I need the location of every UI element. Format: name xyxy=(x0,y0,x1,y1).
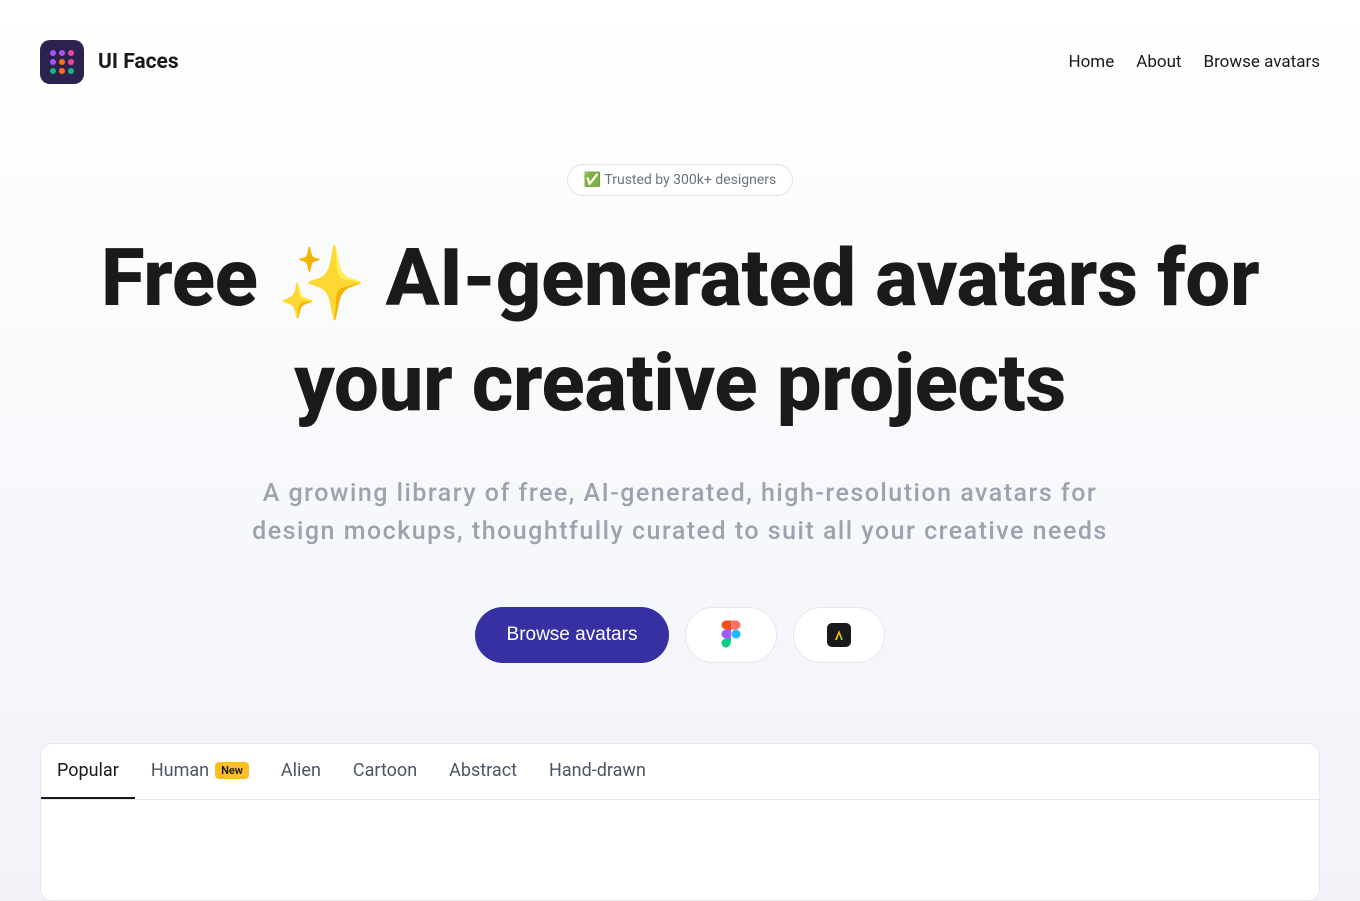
hero-title-part2: AI-generated avatars for your creative p… xyxy=(294,231,1259,430)
figma-icon xyxy=(721,620,741,651)
tab-popular[interactable]: Popular xyxy=(41,744,135,799)
figma-plugin-button[interactable] xyxy=(685,607,777,663)
nav-home[interactable]: Home xyxy=(1068,52,1114,72)
logo-text: UI Faces xyxy=(98,50,179,74)
avatar-tabs-container: Popular Human New Alien Cartoon Abstract… xyxy=(40,743,1320,901)
hero-subtitle: A growing library of free, AI-generated,… xyxy=(230,475,1130,553)
hero-title-part1: Free xyxy=(101,231,277,325)
tab-alien[interactable]: Alien xyxy=(265,744,337,799)
nav-browse-avatars[interactable]: Browse avatars xyxy=(1204,52,1321,72)
trust-badge: ✅ Trusted by 300k+ designers xyxy=(567,164,793,196)
tab-hand-drawn[interactable]: Hand-drawn xyxy=(533,744,662,799)
hero-title: Free ✨ AI-generated avatars for your cre… xyxy=(40,226,1320,435)
cta-row: Browse avatars xyxy=(40,607,1320,663)
logo-dot xyxy=(59,50,65,56)
logo-dot xyxy=(50,50,56,56)
main-nav: Home About Browse avatars xyxy=(1068,52,1320,72)
sparkle-icon: ✨ xyxy=(277,241,366,326)
avatar-tabs: Popular Human New Alien Cartoon Abstract… xyxy=(41,744,1319,800)
tab-label: Human xyxy=(151,760,209,781)
logo-dot xyxy=(68,50,74,56)
tab-label: Alien xyxy=(281,760,321,781)
logo-dot xyxy=(50,68,56,74)
tab-label: Abstract xyxy=(449,760,517,781)
hero-section: ✅ Trusted by 300k+ designers Free ✨ AI-g… xyxy=(0,104,1360,703)
logo-dots xyxy=(50,50,74,74)
logo-dot xyxy=(59,68,65,74)
browse-avatars-button[interactable]: Browse avatars xyxy=(475,607,670,663)
tab-content xyxy=(41,800,1319,900)
tab-abstract[interactable]: Abstract xyxy=(433,744,533,799)
logo-dot xyxy=(59,59,65,65)
tab-human[interactable]: Human New xyxy=(135,744,265,799)
logo-dot xyxy=(50,59,56,65)
logo-icon xyxy=(40,40,84,84)
tab-label: Cartoon xyxy=(353,760,417,781)
logo-dot xyxy=(68,68,74,74)
nav-about[interactable]: About xyxy=(1136,52,1181,72)
logo-dot xyxy=(68,59,74,65)
adobe-plugin-button[interactable] xyxy=(793,607,885,663)
logo[interactable]: UI Faces xyxy=(40,40,179,84)
new-badge: New xyxy=(215,762,249,779)
adobe-icon xyxy=(827,623,851,647)
tab-label: Hand-drawn xyxy=(549,760,646,781)
header: UI Faces Home About Browse avatars xyxy=(0,0,1360,104)
tab-cartoon[interactable]: Cartoon xyxy=(337,744,433,799)
tab-label: Popular xyxy=(57,760,119,781)
